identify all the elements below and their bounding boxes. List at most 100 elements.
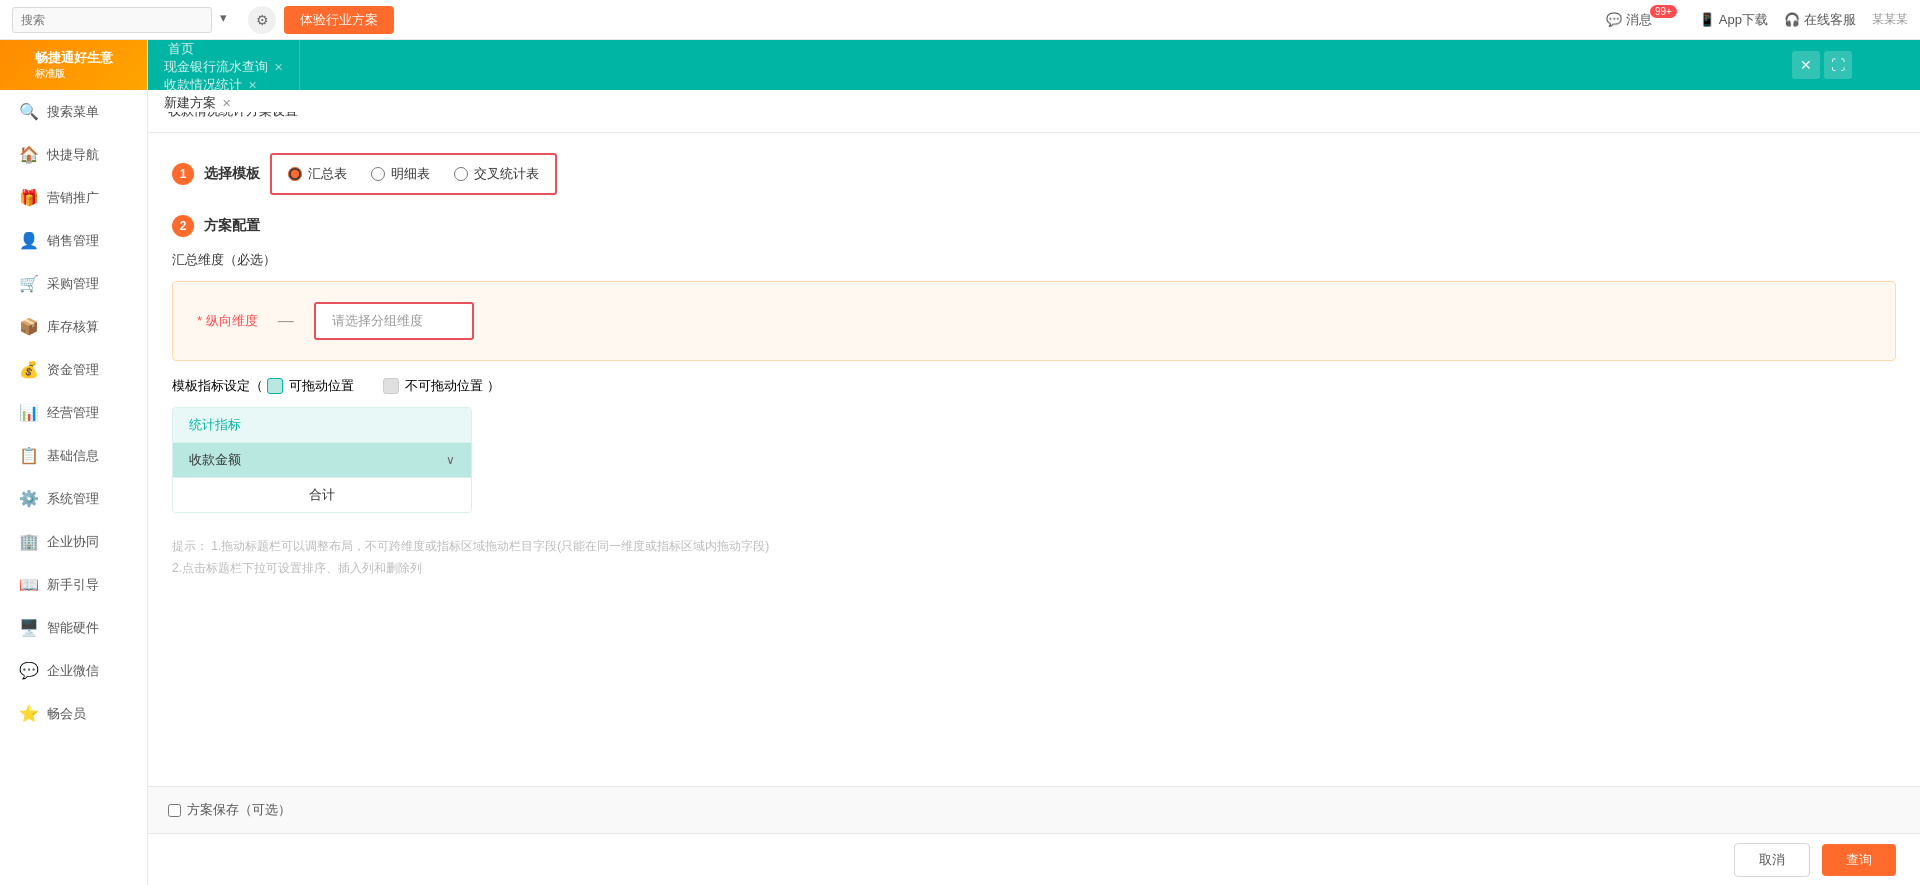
logo-text: 畅捷通好生意 — [35, 49, 113, 67]
tab-bank-flow[interactable]: 现金银行流水查询 ✕ — [148, 58, 300, 76]
dim-select-box[interactable]: 请选择分组维度 — [314, 302, 474, 340]
sidebar-icon-search-menu: 🔍 — [19, 102, 39, 121]
sidebar-item-sales[interactable]: 👤 销售管理 — [0, 219, 147, 262]
sidebar-item-purchase[interactable]: 🛒 采购管理 — [0, 262, 147, 305]
indicator-table-header: 统计指标 — [173, 408, 471, 443]
tab-home[interactable]: 首页 — [148, 40, 300, 58]
close-tab-action[interactable]: ✕ — [1792, 51, 1820, 79]
dim-row-label: * 纵向维度 — [197, 312, 258, 330]
settings-gear-icon[interactable]: ⚙ — [248, 6, 276, 34]
save-checkbox-input[interactable] — [168, 804, 181, 817]
sidebar-item-enterprise[interactable]: 🏢 企业协同 — [0, 520, 147, 563]
page-title-bar: 收款情况统计方案设置 — [148, 90, 1920, 133]
top-bar-left: ▾ ⚙ 体验行业方案 — [12, 6, 1606, 34]
main-layout: 畅捷通好生意 标准版 🔍 搜索菜单 🏠 快捷导航 🎁 营销推广 👤 销售管理 🛒… — [0, 40, 1920, 885]
sidebar: 畅捷通好生意 标准版 🔍 搜索菜单 🏠 快捷导航 🎁 营销推广 👤 销售管理 🛒… — [0, 40, 148, 885]
tab-label-bank-flow: 现金银行流水查询 — [164, 58, 268, 76]
tab-close-new-plan[interactable]: ✕ — [222, 97, 231, 110]
tab-label-collection-stats: 收款情况统计 — [164, 76, 242, 94]
indicator-table-cell[interactable]: 收款金额 ∨ — [173, 443, 471, 477]
step2-section: 2 方案配置 汇总维度（必选） * 纵向维度 — 请选择分组维度 — [172, 215, 1896, 579]
sidebar-label-system: 系统管理 — [47, 490, 99, 508]
search-input[interactable] — [12, 7, 212, 33]
sidebar-icon-hardware: 🖥️ — [19, 618, 39, 637]
sidebar-item-inventory[interactable]: 📦 库存核算 — [0, 305, 147, 348]
service-icon: 🎧 — [1784, 12, 1800, 27]
sidebar-icon-marketing: 🎁 — [19, 188, 39, 207]
cancel-button[interactable]: 取消 — [1734, 843, 1810, 877]
non-draggable-dot — [383, 378, 399, 394]
app-icon: 📱 — [1699, 12, 1715, 27]
sidebar-label-basic: 基础信息 — [47, 447, 99, 465]
online-service-item[interactable]: 🎧 在线客服 — [1784, 11, 1856, 29]
message-label: 消息 — [1626, 11, 1652, 29]
indicator-table: 统计指标 收款金额 ∨ 合计 — [172, 407, 472, 513]
sidebar-item-marketing[interactable]: 🎁 营销推广 — [0, 176, 147, 219]
sidebar-icon-purchase: 🛒 — [19, 274, 39, 293]
sidebar-item-finance[interactable]: 💰 资金管理 — [0, 348, 147, 391]
sidebar-logo: 畅捷通好生意 标准版 — [0, 40, 147, 90]
tab-label-new-plan: 新建方案 — [164, 94, 216, 112]
draggable-label: 可拖动位置 — [289, 377, 354, 395]
step1-header: 1 选择模板 汇总表 明细表 — [172, 153, 1896, 195]
sidebar-item-hardware[interactable]: 🖥️ 智能硬件 — [0, 606, 147, 649]
tab-close-bank-flow[interactable]: ✕ — [274, 61, 283, 74]
sidebar-label-inventory: 库存核算 — [47, 318, 99, 336]
radio-summary-input[interactable] — [288, 167, 302, 181]
sidebar-icon-wechat: 💬 — [19, 661, 39, 680]
sidebar-icon-guide: 📖 — [19, 575, 39, 594]
tip-line2: 2.点击标题栏下拉可设置排序、插入列和删除列 — [172, 558, 1896, 580]
radio-cross-input[interactable] — [454, 167, 468, 181]
dropdown-arrow-icon[interactable]: ▾ — [220, 10, 240, 30]
radio-cross[interactable]: 交叉统计表 — [454, 165, 539, 183]
indicator-setting-label: 模板指标设定（ — [172, 377, 263, 395]
dropdown-icon[interactable]: ∨ — [446, 453, 455, 467]
tip-line1: 提示： 1.拖动标题栏可以调整布局，不可跨维度或指标区域拖动栏目字段(只能在同一… — [172, 536, 1896, 558]
sidebar-item-quick-nav[interactable]: 🏠 快捷导航 — [0, 133, 147, 176]
cell-label: 收款金额 — [189, 451, 241, 469]
tabs-container: 首页现金银行流水查询✕收款情况统计✕新建方案✕ — [148, 40, 300, 90]
sidebar-item-operation[interactable]: 📊 经营管理 — [0, 391, 147, 434]
page-content: 收款情况统计方案设置 1 选择模板 汇总表 — [148, 90, 1920, 833]
config-section: 汇总维度（必选） * 纵向维度 — 请选择分组维度 — [172, 251, 1896, 579]
trial-button[interactable]: 体验行业方案 — [284, 6, 394, 34]
tab-label-home: 首页 — [168, 40, 194, 58]
sidebar-icon-sales: 👤 — [19, 231, 39, 250]
dim-arrow: — — [278, 312, 294, 330]
tab-bar: 首页现金银行流水查询✕收款情况统计✕新建方案✕ ✕ ⛶ — [148, 40, 1920, 90]
sidebar-icon-finance: 💰 — [19, 360, 39, 379]
indicator-sep — [362, 377, 375, 395]
radio-detail-input[interactable] — [371, 167, 385, 181]
tips-section: 提示： 1.拖动标题栏可以调整布局，不可跨维度或指标区域拖动栏目字段(只能在同一… — [172, 536, 1896, 579]
sidebar-item-system[interactable]: ⚙️ 系统管理 — [0, 477, 147, 520]
message-item[interactable]: 💬 消息 99+ — [1606, 11, 1683, 29]
template-options: 汇总表 明细表 交叉统计表 — [288, 165, 539, 183]
sidebar-icon-member: ⭐ — [19, 704, 39, 723]
draggable-dot — [267, 378, 283, 394]
user-name: 某某某 — [1872, 11, 1908, 28]
sidebar-label-sales: 销售管理 — [47, 232, 99, 250]
sidebar-item-member[interactable]: ⭐ 畅会员 — [0, 692, 147, 735]
tab-collection-stats[interactable]: 收款情况统计 ✕ — [148, 76, 300, 94]
tab-close-collection-stats[interactable]: ✕ — [248, 79, 257, 92]
sidebar-item-guide[interactable]: 📖 新手引导 — [0, 563, 147, 606]
step2-title: 方案配置 — [204, 217, 260, 235]
radio-summary[interactable]: 汇总表 — [288, 165, 347, 183]
expand-tab-action[interactable]: ⛶ — [1824, 51, 1852, 79]
sidebar-item-wechat[interactable]: 💬 企业微信 — [0, 649, 147, 692]
step1-badge: 1 — [172, 163, 194, 185]
query-button[interactable]: 查询 — [1822, 844, 1896, 876]
message-icon: 💬 — [1606, 12, 1622, 27]
sidebar-icon-operation: 📊 — [19, 403, 39, 422]
form-area: 1 选择模板 汇总表 明细表 — [148, 133, 1920, 786]
app-download-item[interactable]: 📱 App下载 — [1699, 11, 1768, 29]
radio-detail[interactable]: 明细表 — [371, 165, 430, 183]
sidebar-item-basic[interactable]: 📋 基础信息 — [0, 434, 147, 477]
logo-sub: 标准版 — [35, 67, 113, 81]
sidebar-icon-system: ⚙️ — [19, 489, 39, 508]
sidebar-icon-enterprise: 🏢 — [19, 532, 39, 551]
bottom-section: 方案保存（可选） — [148, 786, 1920, 833]
save-checkbox-label[interactable]: 方案保存（可选） — [168, 801, 291, 819]
tab-new-plan[interactable]: 新建方案 ✕ — [148, 94, 300, 112]
sidebar-item-search-menu[interactable]: 🔍 搜索菜单 — [0, 90, 147, 133]
